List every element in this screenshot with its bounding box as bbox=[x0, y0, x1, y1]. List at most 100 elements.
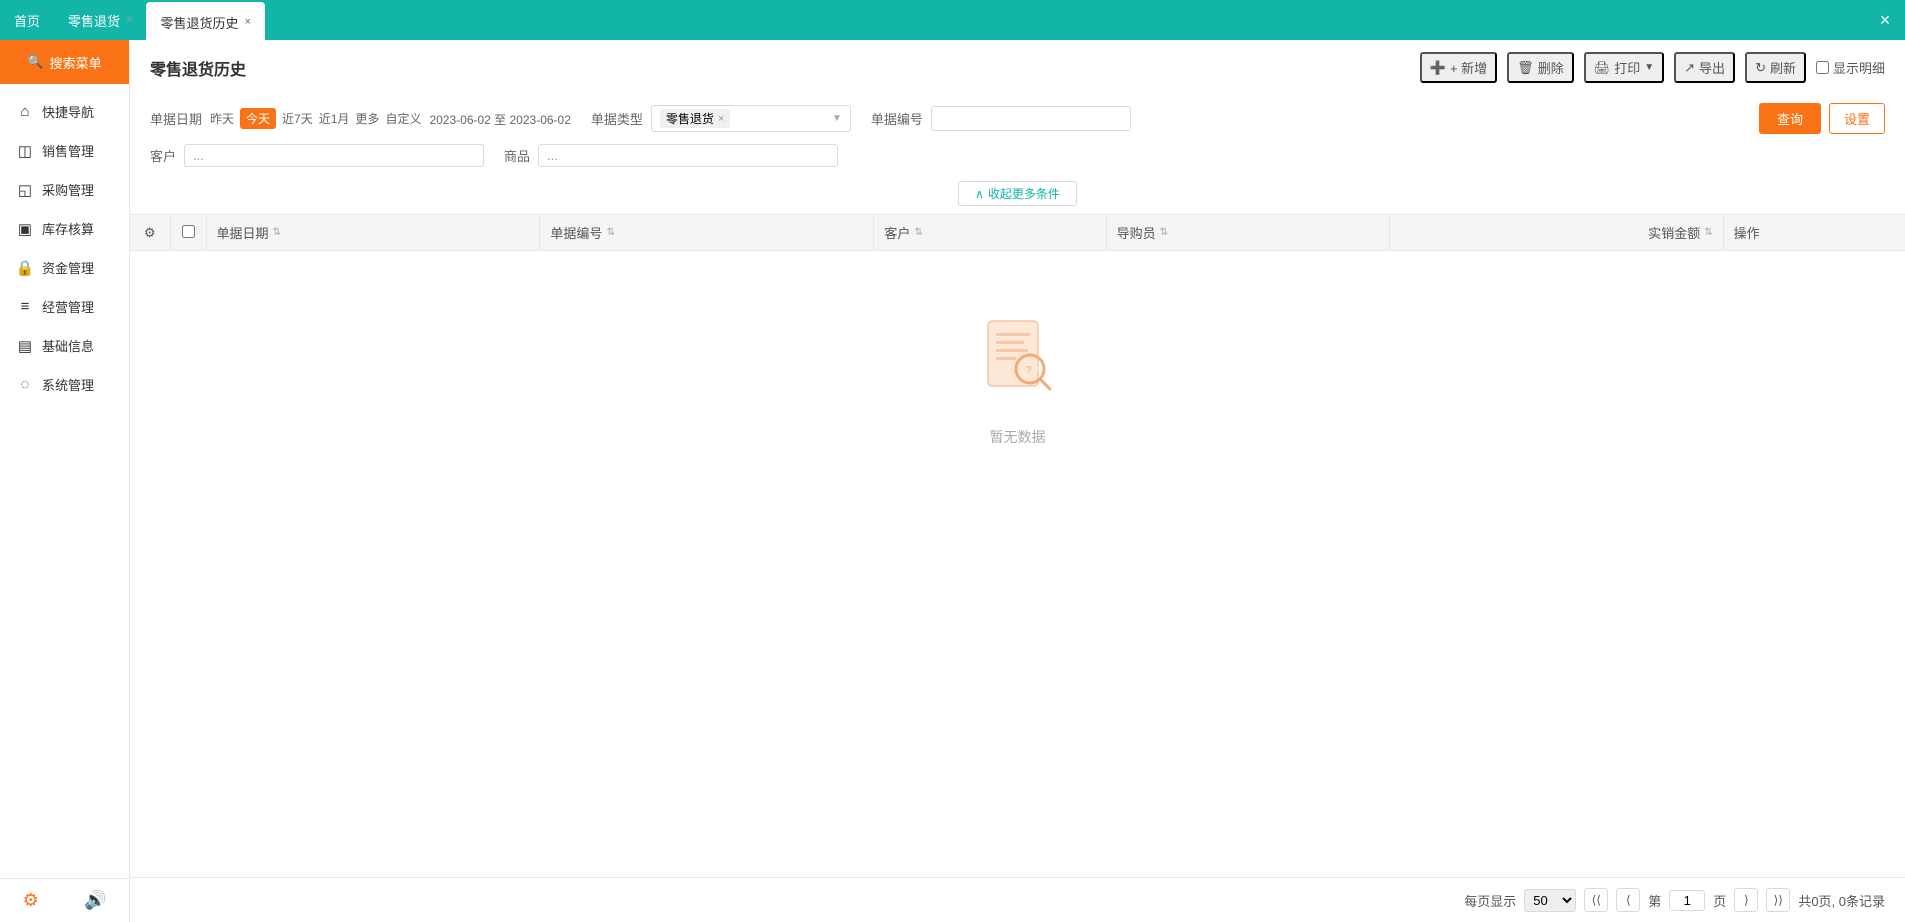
page-number-input[interactable] bbox=[1669, 890, 1705, 911]
collapse-button[interactable]: ∧ 收起更多条件 bbox=[958, 181, 1077, 206]
last-page-button[interactable]: ⟩⟩ bbox=[1766, 888, 1790, 912]
main-layout: 🔍 搜索菜单 ⌂ 快捷导航 ◫ 销售管理 ◱ 采购管理 ▣ 库存核算 🔒 资金 bbox=[0, 40, 1905, 922]
top-bar: 首页 零售退货 × 零售退货历史 × × bbox=[0, 0, 1905, 40]
print-button[interactable]: 🖨 打印 ▼ bbox=[1584, 52, 1664, 83]
tab-home[interactable]: 首页 bbox=[0, 0, 54, 40]
table-container: ⚙ 单据日期 ⇅ 单据编号 bbox=[130, 215, 1905, 877]
date-shortcut-yesterday[interactable]: 昨天 bbox=[210, 110, 234, 127]
basic-info-icon: ▤ bbox=[16, 337, 34, 355]
collapse-icon: ∧ bbox=[975, 187, 984, 201]
collapse-row: ∧ 收起更多条件 bbox=[150, 177, 1885, 214]
page-title: 零售退货历史 bbox=[150, 56, 246, 80]
svg-text:?: ? bbox=[1026, 365, 1032, 376]
sidebar-item-purchase-mgmt[interactable]: ◱ 采购管理 bbox=[0, 170, 129, 209]
number-input[interactable] bbox=[931, 106, 1131, 131]
first-page-button[interactable]: ⟨⟨ bbox=[1584, 888, 1608, 912]
sort-guide-icon: ⇅ bbox=[1160, 227, 1168, 238]
tab-retail-return[interactable]: 零售退货 × bbox=[54, 0, 146, 40]
sidebar-audio-icon[interactable]: 🔊 bbox=[84, 890, 106, 911]
sidebar-item-sales-mgmt[interactable]: ◫ 销售管理 bbox=[0, 131, 129, 170]
ops-icon: ≡ bbox=[16, 298, 34, 316]
show-detail-checkbox[interactable] bbox=[1816, 61, 1829, 74]
purchase-icon: ◱ bbox=[16, 181, 34, 199]
page-suffix: 页 bbox=[1713, 891, 1726, 910]
type-label: 单据类型 bbox=[591, 109, 643, 128]
th-amount[interactable]: 实销金额 ⇅ bbox=[1389, 215, 1723, 251]
type-select[interactable]: 零售退货 × ▼ bbox=[651, 105, 851, 132]
filter-row-1: 单据日期 昨天 今天 近7天 近1月 更多 自定义 2023-06-02 至 2… bbox=[150, 103, 1885, 134]
data-table: ⚙ 单据日期 ⇅ 单据编号 bbox=[130, 215, 1905, 507]
filter-row-2: 客户 ... 商品 ... bbox=[150, 144, 1885, 167]
select-all-checkbox[interactable] bbox=[182, 225, 195, 238]
date-shortcut-1month[interactable]: 近1月 bbox=[319, 110, 350, 127]
print-icon: 🖨 bbox=[1594, 60, 1611, 76]
type-tag-close[interactable]: × bbox=[718, 113, 724, 125]
search-icon: 🔍 bbox=[27, 54, 43, 70]
date-shortcut-custom[interactable]: 自定义 bbox=[385, 110, 421, 127]
sort-amount-icon: ⇅ bbox=[1704, 227, 1712, 238]
pagination: 每页显示 20 50 100 ⟨⟨ ⟨ 第 页 ⟩ ⟩⟩ 共0页, 0条记录 bbox=[130, 877, 1905, 922]
th-checkbox[interactable] bbox=[170, 215, 206, 251]
th-number[interactable]: 单据编号 ⇅ bbox=[540, 215, 874, 251]
sidebar-item-quick-nav[interactable]: ⌂ 快捷导航 bbox=[0, 92, 129, 131]
show-detail-checkbox-label[interactable]: 显示明细 bbox=[1816, 58, 1885, 77]
add-button[interactable]: ➕ + 新增 bbox=[1420, 52, 1497, 83]
home-icon: ⌂ bbox=[16, 103, 34, 121]
sidebar-item-inventory-calc[interactable]: ▣ 库存核算 bbox=[0, 209, 129, 248]
th-settings[interactable]: ⚙ bbox=[130, 215, 170, 251]
sidebar-settings-icon[interactable]: ⚙ bbox=[23, 890, 39, 911]
th-action: 操作 bbox=[1723, 215, 1905, 251]
date-shortcuts: 昨天 今天 近7天 近1月 更多 自定义 bbox=[210, 108, 421, 129]
sales-icon: ◫ bbox=[16, 142, 34, 160]
sidebar-item-finance-mgmt[interactable]: 🔒 资金管理 bbox=[0, 248, 129, 287]
sidebar-item-basic-info[interactable]: ▤ 基础信息 bbox=[0, 326, 129, 365]
next-page-button[interactable]: ⟩ bbox=[1734, 888, 1758, 912]
refresh-button[interactable]: ↻ 刷新 bbox=[1745, 52, 1806, 83]
page-size-label: 每页显示 bbox=[1464, 891, 1516, 910]
finance-icon: 🔒 bbox=[16, 259, 34, 277]
table-body: ? 暂无数据 bbox=[130, 251, 1905, 508]
sidebar: 🔍 搜索菜单 ⌂ 快捷导航 ◫ 销售管理 ◱ 采购管理 ▣ 库存核算 🔒 资金 bbox=[0, 40, 130, 922]
query-button[interactable]: 查询 bbox=[1759, 103, 1821, 134]
system-icon: ◌ bbox=[16, 376, 34, 394]
type-tag: 零售退货 × bbox=[660, 109, 730, 128]
date-shortcut-today[interactable]: 今天 bbox=[240, 108, 276, 129]
sidebar-footer: ⚙ 🔊 bbox=[0, 878, 129, 922]
empty-state: ? 暂无数据 bbox=[130, 251, 1905, 507]
sidebar-search[interactable]: 🔍 搜索菜单 bbox=[0, 40, 129, 84]
filter-area: 单据日期 昨天 今天 近7天 近1月 更多 自定义 2023-06-02 至 2… bbox=[150, 93, 1885, 214]
content-area: 零售退货历史 ➕ + 新增 🗑 删除 🖨 打印 ▼ bbox=[130, 40, 1905, 922]
page-header: 零售退货历史 ➕ + 新增 🗑 删除 🖨 打印 ▼ bbox=[130, 40, 1905, 215]
tab-retail-return-history-close[interactable]: × bbox=[244, 16, 250, 28]
empty-illustration: ? bbox=[968, 311, 1068, 411]
goods-ellipsis: ... bbox=[547, 148, 558, 163]
date-shortcut-7days[interactable]: 近7天 bbox=[282, 110, 313, 127]
tab-retail-return-close[interactable]: × bbox=[126, 14, 132, 26]
settings-icon: ⚙ bbox=[144, 225, 156, 240]
customer-select[interactable]: ... bbox=[184, 144, 484, 167]
th-guide[interactable]: 导购员 ⇅ bbox=[1106, 215, 1389, 251]
number-label: 单据编号 bbox=[871, 109, 923, 128]
date-shortcut-more[interactable]: 更多 bbox=[355, 110, 379, 127]
date-label: 单据日期 bbox=[150, 109, 202, 128]
customer-label: 客户 bbox=[150, 146, 176, 165]
sidebar-item-ops-mgmt[interactable]: ≡ 经营管理 bbox=[0, 287, 129, 326]
window-close-button[interactable]: × bbox=[1865, 0, 1905, 40]
delete-button[interactable]: 🗑 删除 bbox=[1507, 52, 1574, 83]
goods-select[interactable]: ... bbox=[538, 144, 838, 167]
empty-row: ? 暂无数据 bbox=[130, 251, 1905, 508]
tab-retail-return-history[interactable]: 零售退货历史 × bbox=[146, 2, 264, 42]
settings-button[interactable]: 设置 bbox=[1829, 103, 1885, 134]
prev-page-button[interactable]: ⟨ bbox=[1616, 888, 1640, 912]
page-size-select[interactable]: 20 50 100 bbox=[1524, 889, 1576, 912]
sidebar-item-system-mgmt[interactable]: ◌ 系统管理 bbox=[0, 365, 129, 404]
customer-ellipsis: ... bbox=[193, 148, 204, 163]
export-icon: ↗ bbox=[1684, 60, 1695, 76]
th-customer[interactable]: 客户 ⇅ bbox=[874, 215, 1106, 251]
toolbar: ➕ + 新增 🗑 删除 🖨 打印 ▼ ↗ 导出 bbox=[1420, 52, 1885, 83]
table-header-row: ⚙ 单据日期 ⇅ 单据编号 bbox=[130, 215, 1905, 251]
export-button[interactable]: ↗ 导出 bbox=[1674, 52, 1735, 83]
th-date[interactable]: 单据日期 ⇅ bbox=[206, 215, 540, 251]
date-range-display: 2023-06-02 至 2023-06-02 bbox=[429, 111, 570, 128]
total-info: 共0页, 0条记录 bbox=[1798, 891, 1885, 910]
